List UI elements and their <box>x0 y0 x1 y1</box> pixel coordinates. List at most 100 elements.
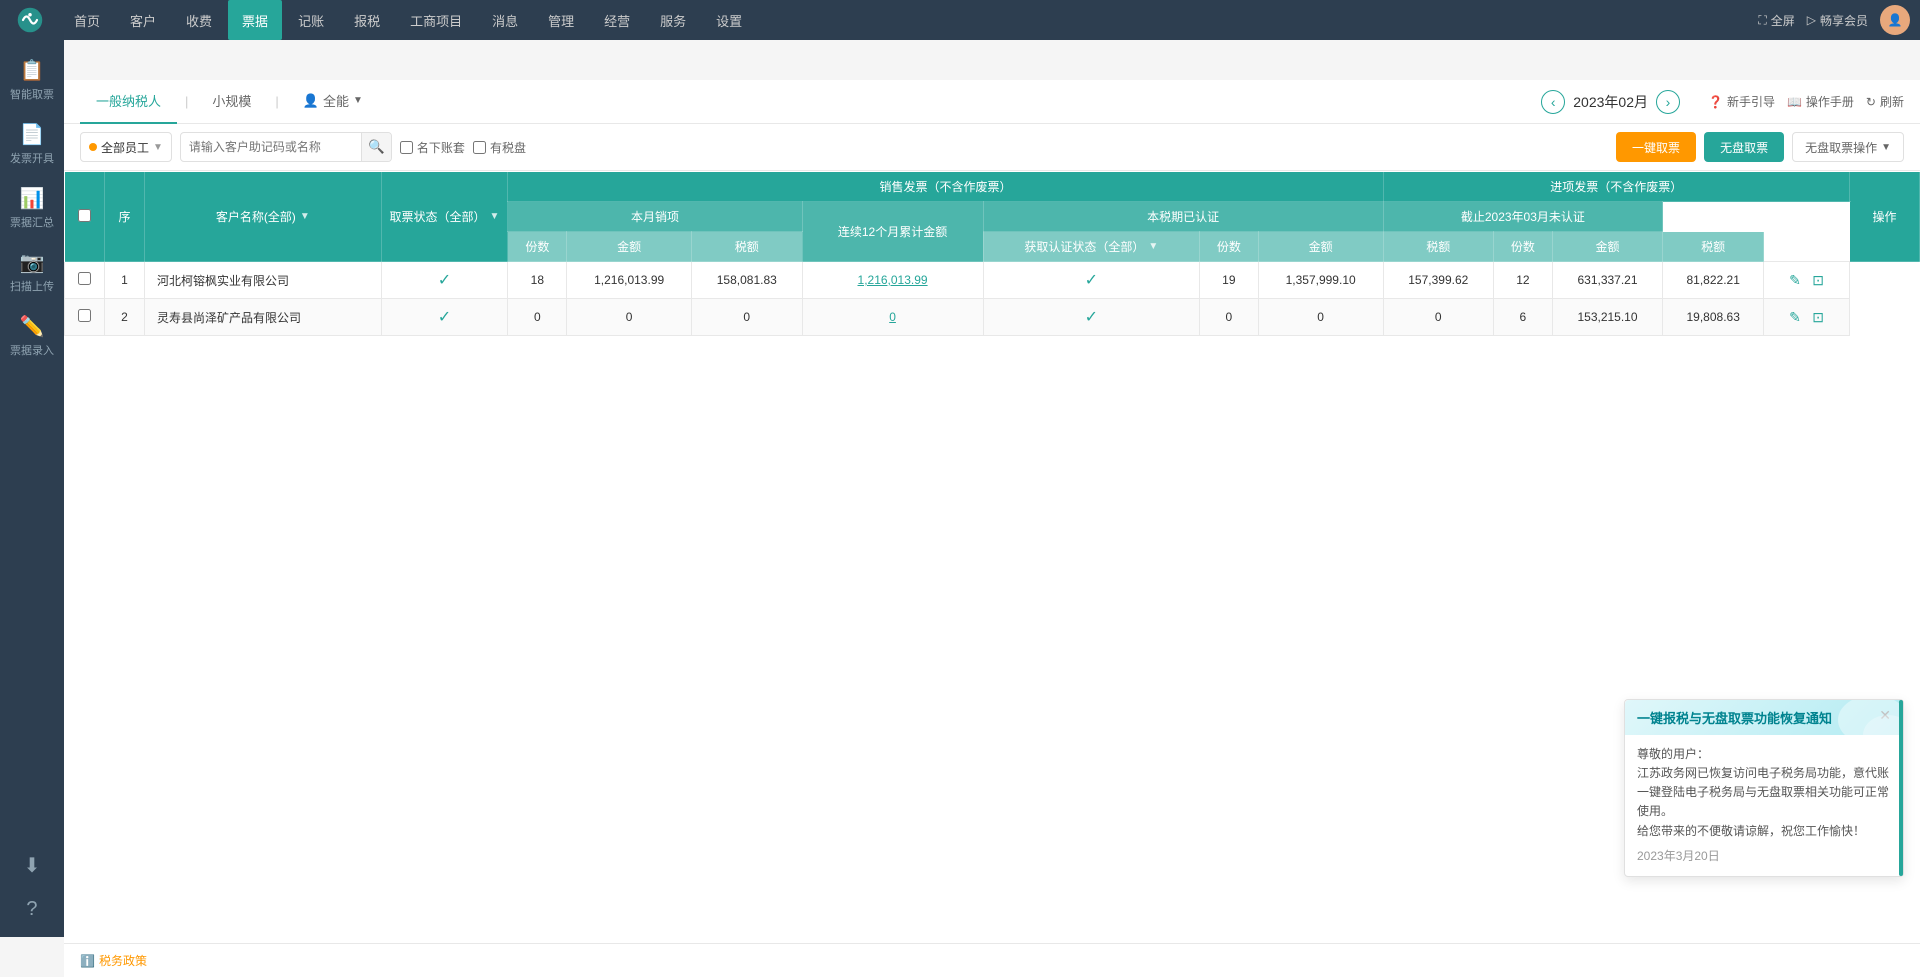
smart-ticket-icon: 📋 <box>20 58 45 83</box>
refresh-icon: ↻ <box>1866 95 1876 109</box>
ticket-status-filter-icon[interactable]: ▼ <box>490 211 500 222</box>
refresh-link[interactable]: ↻ 刷新 <box>1866 93 1904 110</box>
notification-scrollbar[interactable] <box>1899 700 1903 876</box>
sidebar-item-summary[interactable]: 📊 票据汇总 <box>2 178 62 238</box>
avatar[interactable]: 👤 <box>1880 5 1910 35</box>
notification-sorry: 给您带来的不便敬请谅解，祝您工作愉快！ <box>1637 822 1891 841</box>
sidebar-download-icon[interactable]: ⬇ <box>18 847 47 884</box>
tab-divider-1: | <box>185 94 188 109</box>
search-button[interactable]: 🔍 <box>361 132 391 162</box>
uncert-amount-header: 金额 <box>1552 232 1662 262</box>
tab-divider-2: | <box>275 94 278 109</box>
nav-service[interactable]: 服务 <box>646 0 700 40</box>
nav-operation[interactable]: 经营 <box>590 0 644 40</box>
diskless-op-label: 无盘取票操作 <box>1805 139 1877 156</box>
row2-sale-12m-link[interactable]: 0 <box>889 310 896 324</box>
tab-general-taxpayer[interactable]: 一般纳税人 <box>80 80 177 124</box>
manual-label: 操作手册 <box>1806 93 1854 110</box>
member-btn[interactable]: ▷ 畅享会员 <box>1807 12 1868 29</box>
fullscreen-icon: ⛶ <box>1758 13 1766 28</box>
row2-edit-icon[interactable]: ✎ <box>1789 309 1801 325</box>
row1-checkbox[interactable] <box>65 262 105 299</box>
nav-invoice[interactable]: 票据 <box>228 0 282 40</box>
row1-sale-12m[interactable]: 1,216,013.99 <box>802 262 983 299</box>
cert-status-filter-icon[interactable]: ▼ <box>1148 241 1158 252</box>
diskless-ticket-btn[interactable]: 无盘取票 <box>1704 132 1784 162</box>
prev-period-btn[interactable]: ‹ <box>1541 90 1565 114</box>
nav-right: ⛶ 全屏 ▷ 畅享会员 👤 <box>1758 5 1910 35</box>
row1-sale-12m-link[interactable]: 1,216,013.99 <box>858 273 928 287</box>
nav-business[interactable]: 工商项目 <box>396 0 476 40</box>
customer-name-col-header: 客户名称(全部) ▼ <box>145 172 382 262</box>
row1-copy-icon[interactable]: ⊡ <box>1812 272 1824 288</box>
sidebar-item-entry[interactable]: ✏️ 票据录入 <box>2 306 62 366</box>
ticket-status-col-header: 取票状态（全部） ▼ <box>381 172 508 262</box>
nav-customer[interactable]: 客户 <box>116 0 170 40</box>
table-body: 1 河北柯镕枫实业有限公司 ✓ 18 1,216,013.99 158,081.… <box>65 262 1920 336</box>
operation-col-header: 操作 <box>1850 172 1920 262</box>
row2-checkbox[interactable] <box>65 299 105 336</box>
row2-uncert-count: 6 <box>1494 299 1553 336</box>
employee-chevron-icon: ▼ <box>153 142 163 153</box>
account-checkbox[interactable] <box>400 141 413 154</box>
manual-link[interactable]: 📖 操作手册 <box>1787 93 1854 110</box>
tax-disk-checkbox-label[interactable]: 有税盘 <box>473 139 526 156</box>
row1-customer-name: 河北柯镕枫实业有限公司 <box>145 262 382 299</box>
nav-bookkeeping[interactable]: 记账 <box>284 0 338 40</box>
one-click-ticket-btn[interactable]: 一键取票 <box>1616 132 1696 162</box>
tax-policy-link[interactable]: ℹ️ 税务政策 <box>80 952 147 969</box>
row2-cert-status: ✓ <box>983 299 1199 336</box>
next-period-btn[interactable]: › <box>1656 90 1680 114</box>
nav-home[interactable]: 首页 <box>60 0 114 40</box>
account-label: 名下账套 <box>417 139 465 156</box>
nav-tax[interactable]: 报税 <box>340 0 394 40</box>
uncert-tax-header: 税额 <box>1663 232 1764 262</box>
tab-small-scale[interactable]: 小规模 <box>196 80 267 124</box>
fullscreen-label: 全屏 <box>1771 12 1795 29</box>
sidebar-item-invoice-open[interactable]: 📄 发票开具 <box>2 114 62 174</box>
sidebar-item-smart-ticket[interactable]: 📋 智能取票 <box>2 50 62 110</box>
nav-manage[interactable]: 管理 <box>534 0 588 40</box>
account-checkbox-label[interactable]: 名下账套 <box>400 139 465 156</box>
manual-icon: 📖 <box>1787 95 1802 109</box>
row1-select[interactable] <box>78 272 91 285</box>
notification-header: 一键报税与无盘取票功能恢复通知 ✕ <box>1625 700 1903 735</box>
diskless-operation-btn[interactable]: 无盘取票操作 ▼ <box>1792 132 1904 162</box>
sidebar-label-smart-ticket: 智能取票 <box>10 86 54 102</box>
ticket-status-header-label: 取票状态（全部） <box>390 208 486 225</box>
row2-copy-icon[interactable]: ⊡ <box>1812 309 1824 325</box>
row1-cert-tax: 157,399.62 <box>1383 262 1493 299</box>
search-input[interactable] <box>181 140 361 154</box>
tax-disk-checkbox[interactable] <box>473 141 486 154</box>
row2-sale-12m[interactable]: 0 <box>802 299 983 336</box>
sidebar-item-scan[interactable]: 📷 扫描上传 <box>2 242 62 302</box>
nav-settings[interactable]: 设置 <box>702 0 756 40</box>
guide-link[interactable]: ❓ 新手引导 <box>1708 93 1775 110</box>
employee-label: 全部员工 <box>101 139 149 156</box>
row1-operations: ✎ ⊡ <box>1764 262 1850 299</box>
sidebar-help-icon[interactable]: ? <box>20 892 43 927</box>
row2-index: 2 <box>105 299 145 336</box>
customer-filter-icon[interactable]: ▼ <box>300 211 310 222</box>
row2-cert-count: 0 <box>1199 299 1258 336</box>
period-text: 2023年02月 <box>1573 92 1648 112</box>
row1-edit-icon[interactable]: ✎ <box>1789 272 1801 288</box>
scan-icon: 📷 <box>20 250 45 275</box>
row2-select[interactable] <box>78 309 91 322</box>
notification-popup: 一键报税与无盘取票功能恢复通知 ✕ 尊敬的用户： 江苏政务网已恢复访问电子税务局… <box>1624 699 1904 877</box>
sales-amount-header: 金额 <box>567 232 692 262</box>
footer: ℹ️ 税务政策 <box>64 943 1920 977</box>
cloud-decor <box>1803 700 1903 760</box>
fullscreen-btn[interactable]: ⛶ 全屏 <box>1758 12 1794 29</box>
table-row: 1 河北柯镕枫实业有限公司 ✓ 18 1,216,013.99 158,081.… <box>65 262 1920 299</box>
sidebar-label-invoice-open: 发票开具 <box>10 150 54 166</box>
nav-message[interactable]: 消息 <box>478 0 532 40</box>
notification-text: 江苏政务网已恢复访问电子税务局功能，意代账一键登陆电子税务局与无盘取票相关功能可… <box>1637 764 1891 822</box>
row2-sale-count: 0 <box>508 299 567 336</box>
select-all-checkbox[interactable] <box>78 209 91 222</box>
employee-select[interactable]: 全部员工 ▼ <box>80 132 172 162</box>
nav-billing[interactable]: 收费 <box>172 0 226 40</box>
certified-header: 本税期已认证 <box>983 202 1383 232</box>
row1-uncert-amount: 631,337.21 <box>1552 262 1662 299</box>
tab-all[interactable]: 👤 全能 ▼ <box>287 80 379 124</box>
